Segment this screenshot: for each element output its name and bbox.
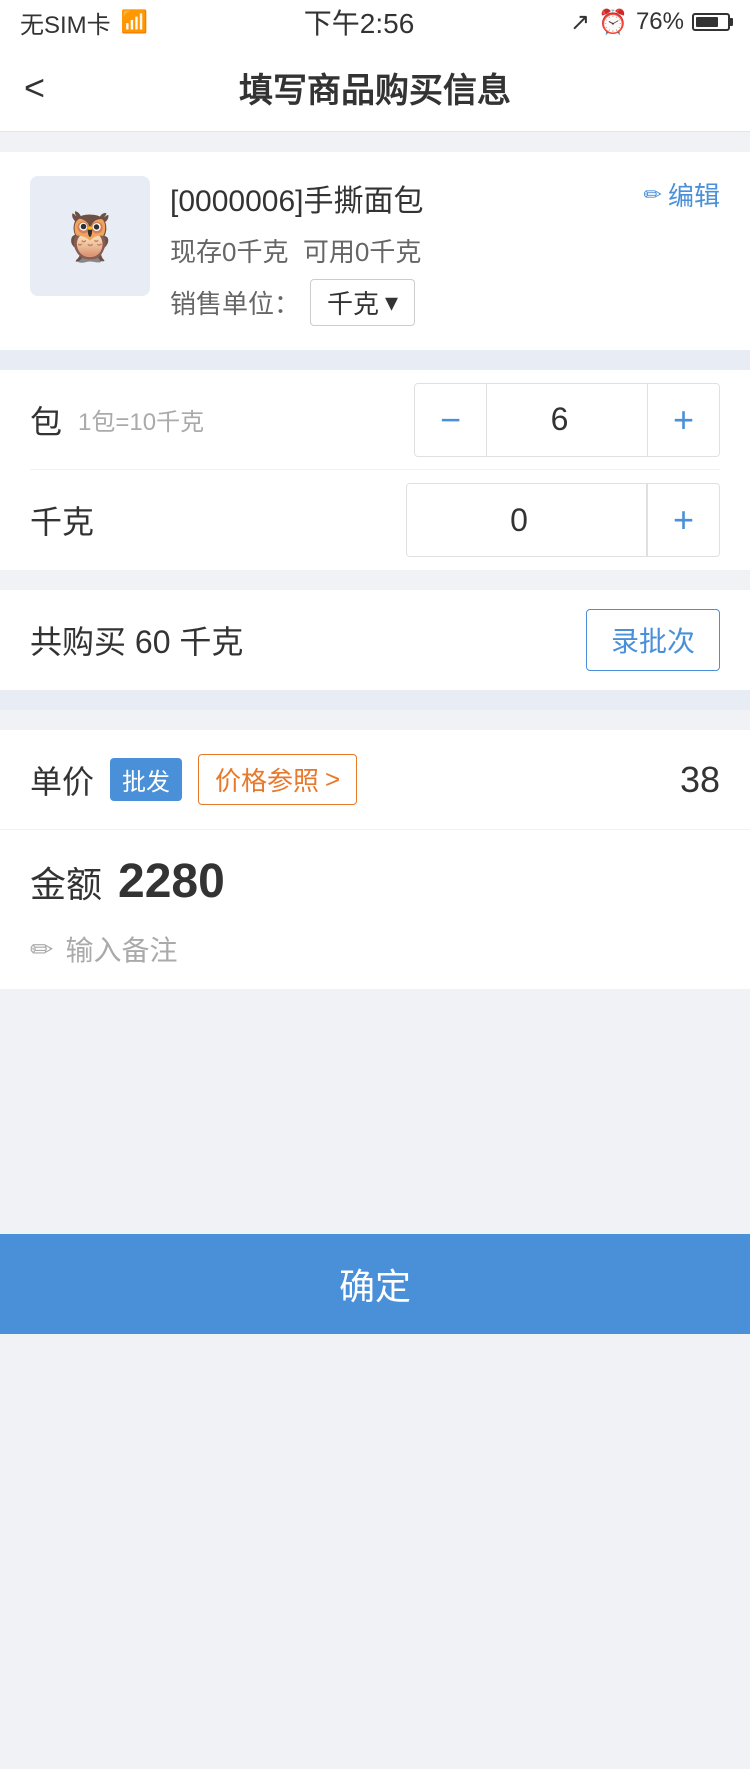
section-divider-2 — [0, 690, 750, 710]
amount-value: 2280 — [118, 854, 225, 909]
time-label: 下午2:56 — [304, 2, 415, 42]
amount-label: 金额 — [30, 856, 102, 908]
kg-quantity-input[interactable] — [407, 484, 647, 556]
batch-button[interactable]: 录批次 — [586, 609, 720, 671]
remark-row[interactable]: ✏ 输入备注 — [30, 929, 720, 969]
confirm-button[interactable]: 确定 — [0, 1234, 750, 1334]
chevron-down-icon: ▾ — [385, 287, 398, 318]
status-right: ↗ ⏰ 76% — [570, 8, 730, 37]
pencil-icon: ✏ — [30, 933, 53, 966]
product-info: [0000006]手撕面包 现存0千克 可用0千克 销售单位： 千克 ▾ — [170, 176, 720, 326]
price-row: 单价 批发 价格参照 > 38 — [30, 754, 720, 805]
input-section: 包 1包=10千克 − + 千克 + — [0, 370, 750, 570]
pack-plus-button[interactable]: + — [647, 384, 719, 456]
wifi-icon: 📶 — [121, 9, 148, 35]
pack-minus-button[interactable]: − — [415, 384, 487, 456]
bottom-spacer — [0, 1669, 750, 1769]
remark-placeholder[interactable]: 输入备注 — [65, 929, 177, 969]
summary-section: 共购买 60 千克 录批次 — [0, 590, 750, 690]
pack-input-control: − + — [414, 383, 720, 457]
product-card: 🦉 [0000006]手撕面包 现存0千克 可用0千克 销售单位： 千克 ▾ ✏… — [0, 152, 750, 350]
nav-bar: < 填写商品购买信息 — [0, 44, 750, 132]
product-thumbnail: 🦉 — [60, 208, 120, 265]
kg-input-control: + — [406, 483, 720, 557]
back-button[interactable]: < — [24, 67, 45, 109]
alarm-icon: ⏰ — [598, 8, 628, 37]
kg-label: 千克 — [30, 497, 406, 543]
pack-quantity-input[interactable] — [487, 384, 647, 456]
gps-icon: ↗ — [570, 8, 590, 37]
pack-hint: 1包=10千克 — [78, 402, 204, 437]
product-stock: 现存0千克 可用0千克 — [170, 232, 720, 269]
status-left: 无SIM卡 📶 — [20, 5, 148, 40]
summary-row: 共购买 60 千克 录批次 — [30, 590, 720, 690]
price-tag: 批发 — [110, 758, 182, 801]
product-name: [0000006]手撕面包 — [170, 176, 720, 220]
status-bar: 无SIM卡 📶 下午2:56 ↗ ⏰ 76% — [0, 0, 750, 44]
section-divider-1 — [0, 350, 750, 370]
summary-label: 共购买 60 千克 — [30, 617, 586, 663]
price-label: 单价 — [30, 757, 94, 803]
chevron-right-icon: > — [325, 764, 340, 795]
amount-section: 金额 2280 ✏ 输入备注 — [0, 829, 750, 989]
battery-icon — [692, 13, 730, 31]
price-reference-button[interactable]: 价格参照 > — [198, 754, 357, 805]
carrier-label: 无SIM卡 — [20, 5, 111, 40]
pack-input-row: 包 1包=10千克 − + — [30, 370, 720, 470]
unit-label: 销售单位： — [170, 284, 300, 321]
kg-plus-button[interactable]: + — [647, 484, 719, 556]
product-image: 🦉 — [30, 176, 150, 296]
kg-input-row: 千克 + — [30, 470, 720, 570]
price-section: 单价 批发 价格参照 > 38 — [0, 730, 750, 829]
unit-select[interactable]: 千克 ▾ — [310, 279, 415, 326]
product-unit-row: 销售单位： 千克 ▾ — [170, 279, 720, 326]
amount-row: 金额 2280 — [30, 854, 720, 909]
pack-label: 包 1包=10千克 — [30, 397, 414, 443]
edit-button[interactable]: ✏ 编辑 — [644, 176, 720, 213]
page-title: 填写商品购买信息 — [239, 63, 511, 112]
edit-icon: ✏ — [644, 182, 662, 208]
price-value: 38 — [680, 759, 720, 801]
battery-percent: 76% — [636, 8, 684, 36]
